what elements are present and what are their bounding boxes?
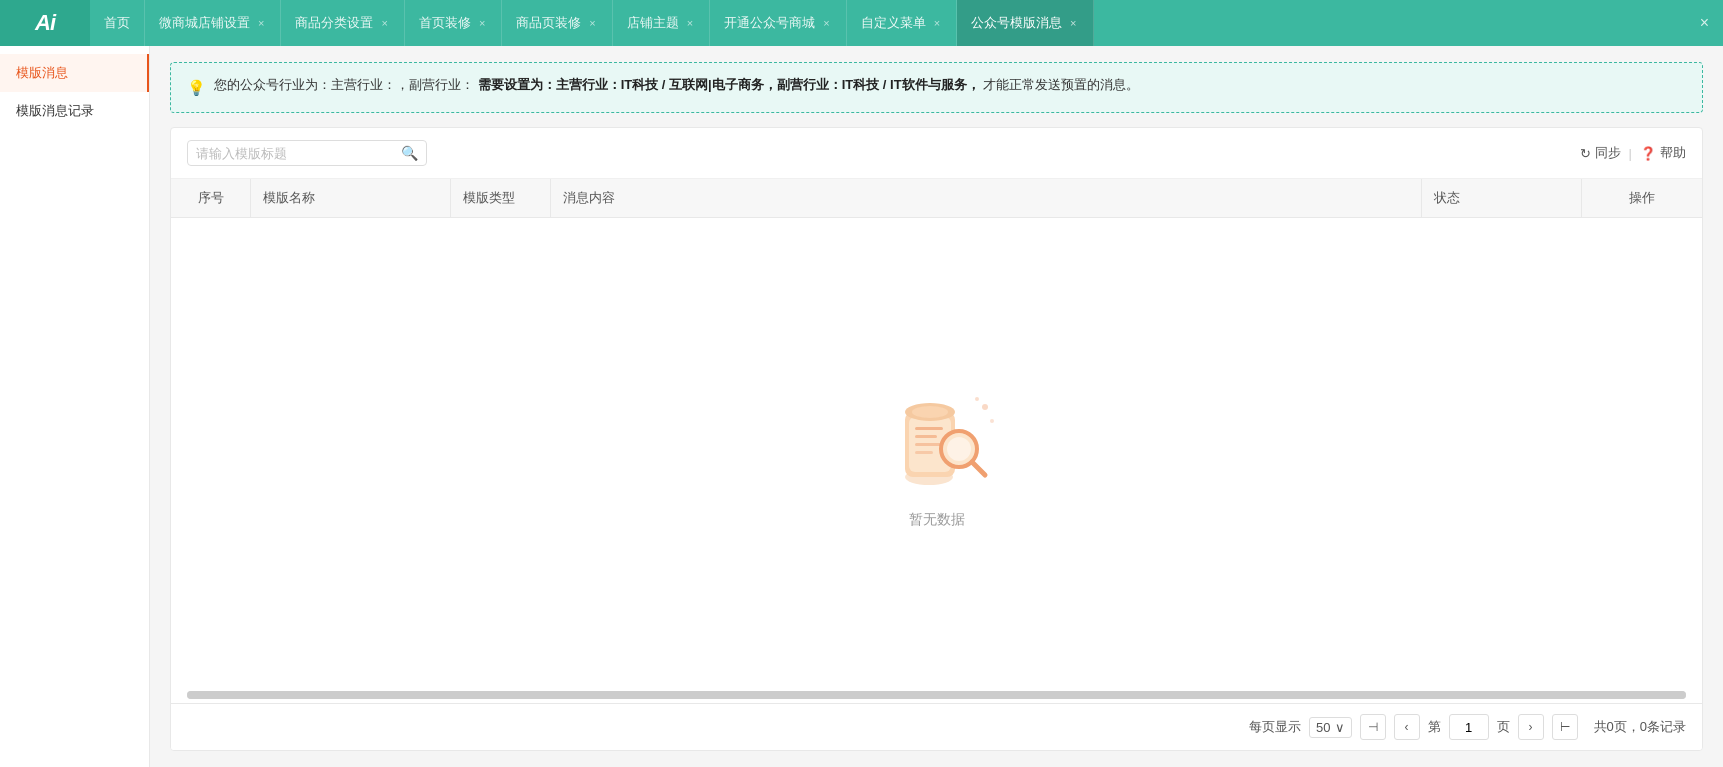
toolbar-divider: | (1629, 146, 1632, 161)
nav-tab-label-4: 商品页装修 (516, 14, 581, 32)
nav-tab-close-6[interactable]: × (821, 16, 831, 30)
page-size-select[interactable]: 50 ∨ (1309, 717, 1351, 738)
svg-point-12 (982, 404, 988, 410)
svg-rect-6 (915, 435, 937, 438)
content-area: 💡 您的公众号行业为：主营行业：，副营行业： 需要设置为：主营行业：IT科技 /… (150, 46, 1723, 767)
page-input[interactable] (1449, 714, 1489, 740)
notice-icon: 💡 (187, 76, 206, 100)
toolbar-right: ↻ 同步 | ❓ 帮助 (1580, 144, 1686, 162)
prev-page-button[interactable]: ‹ (1394, 714, 1420, 740)
nav-tab-label-3: 首页装修 (419, 14, 471, 32)
col-header-status: 状态 (1422, 179, 1582, 217)
svg-line-11 (972, 462, 985, 475)
table-area: 🔍 ↻ 同步 | ❓ 帮助 序号 模版名称 模版 (170, 127, 1703, 751)
scrollbar-thumb (187, 691, 1686, 699)
nav-tab-label-7: 自定义菜单 (861, 14, 926, 32)
nav-tab-1[interactable]: 微商城店铺设置 × (145, 0, 281, 46)
table-header: 序号 模版名称 模版类型 消息内容 状态 操作 (171, 179, 1702, 218)
nav-tab-3[interactable]: 首页装修 × (405, 0, 502, 46)
col-header-name: 模版名称 (251, 179, 451, 217)
col-header-content: 消息内容 (551, 179, 1422, 217)
page-size-label: 每页显示 (1249, 718, 1301, 736)
help-icon: ❓ (1640, 146, 1656, 161)
nav-tab-label-1: 微商城店铺设置 (159, 14, 250, 32)
svg-point-13 (990, 419, 994, 423)
next-page-button[interactable]: › (1518, 714, 1544, 740)
nav-tabs: 首页微商城店铺设置×商品分类设置×首页装修×商品页装修×店铺主题×开通公众号商城… (90, 0, 1686, 46)
notice-banner: 💡 您的公众号行业为：主营行业：，副营行业： 需要设置为：主营行业：IT科技 /… (170, 62, 1703, 113)
nav-tab-close-8[interactable]: × (1068, 16, 1078, 30)
close-all-button[interactable]: × (1686, 14, 1723, 32)
svg-rect-5 (915, 427, 943, 430)
nav-tab-label-6: 开通公众号商城 (724, 14, 815, 32)
table-toolbar: 🔍 ↻ 同步 | ❓ 帮助 (171, 128, 1702, 179)
nav-tab-label-8: 公众号模版消息 (971, 14, 1062, 32)
help-button[interactable]: ❓ 帮助 (1640, 144, 1686, 162)
notice-highlight: 需要设置为：主营行业：IT科技 / 互联网|电子商务，副营行业：IT科技 / I… (478, 77, 980, 92)
col-header-seq: 序号 (171, 179, 251, 217)
nav-tab-0[interactable]: 首页 (90, 0, 145, 46)
nav-tab-close-2[interactable]: × (379, 16, 389, 30)
svg-point-4 (912, 406, 948, 418)
first-page-button[interactable]: ⊣ (1360, 714, 1386, 740)
last-page-button[interactable]: ⊢ (1552, 714, 1578, 740)
svg-rect-8 (915, 451, 933, 454)
nav-tab-2[interactable]: 商品分类设置 × (281, 0, 404, 46)
nav-tab-close-1[interactable]: × (256, 16, 266, 30)
nav-tab-close-5[interactable]: × (685, 16, 695, 30)
search-input-wrap: 🔍 (187, 140, 427, 166)
col-header-type: 模版类型 (451, 179, 551, 217)
sidebar: 模版消息模版消息记录 (0, 46, 150, 767)
nav-tab-label-5: 店铺主题 (627, 14, 679, 32)
nav-tab-4[interactable]: 商品页装修 × (502, 0, 612, 46)
empty-icon (877, 377, 997, 497)
brand-logo: Ai (0, 0, 90, 46)
col-header-ops: 操作 (1582, 179, 1702, 217)
top-nav: Ai 首页微商城店铺设置×商品分类设置×首页装修×商品页装修×店铺主题×开通公众… (0, 0, 1723, 46)
nav-tab-label-0: 首页 (104, 14, 130, 32)
svg-rect-7 (915, 443, 941, 446)
sidebar-item-1[interactable]: 模版消息记录 (0, 92, 149, 130)
nav-tab-5[interactable]: 店铺主题 × (613, 0, 710, 46)
nav-tab-7[interactable]: 自定义菜单 × (847, 0, 957, 46)
scrollbar-track[interactable] (187, 691, 1686, 699)
empty-text: 暂无数据 (909, 511, 965, 529)
page-size-value: 50 (1316, 720, 1330, 735)
notice-suffix: 才能正常发送预置的消息。 (983, 77, 1139, 92)
notice-text: 您的公众号行业为：主营行业：，副营行业： 需要设置为：主营行业：IT科技 / 互… (214, 75, 1139, 96)
search-input[interactable] (196, 146, 395, 161)
page-label: 第 (1428, 718, 1441, 736)
nav-tab-label-2: 商品分类设置 (295, 14, 373, 32)
nav-tab-8[interactable]: 公众号模版消息 × (957, 0, 1093, 46)
help-label: 帮助 (1660, 144, 1686, 162)
sync-icon: ↻ (1580, 146, 1591, 161)
nav-tab-6[interactable]: 开通公众号商城 × (710, 0, 846, 46)
nav-tab-close-7[interactable]: × (932, 16, 942, 30)
svg-point-10 (947, 437, 971, 461)
sync-button[interactable]: ↻ 同步 (1580, 144, 1621, 162)
search-icon[interactable]: 🔍 (401, 145, 418, 161)
nav-tab-close-3[interactable]: × (477, 16, 487, 30)
pagination-bar: 每页显示 50 ∨ ⊣ ‹ 第 页 › ⊢ 共0页，0条记录 (171, 703, 1702, 750)
empty-state: 暂无数据 (171, 218, 1702, 687)
svg-point-14 (975, 397, 979, 401)
sidebar-item-0[interactable]: 模版消息 (0, 54, 149, 92)
nav-tab-close-4[interactable]: × (587, 16, 597, 30)
notice-prefix: 您的公众号行业为：主营行业：，副营行业： (214, 77, 474, 92)
page-size-arrow: ∨ (1335, 720, 1345, 735)
total-text: 共0页，0条记录 (1594, 718, 1686, 736)
main-layout: 模版消息模版消息记录 💡 您的公众号行业为：主营行业：，副营行业： 需要设置为：… (0, 46, 1723, 767)
sync-label: 同步 (1595, 144, 1621, 162)
page-unit: 页 (1497, 718, 1510, 736)
